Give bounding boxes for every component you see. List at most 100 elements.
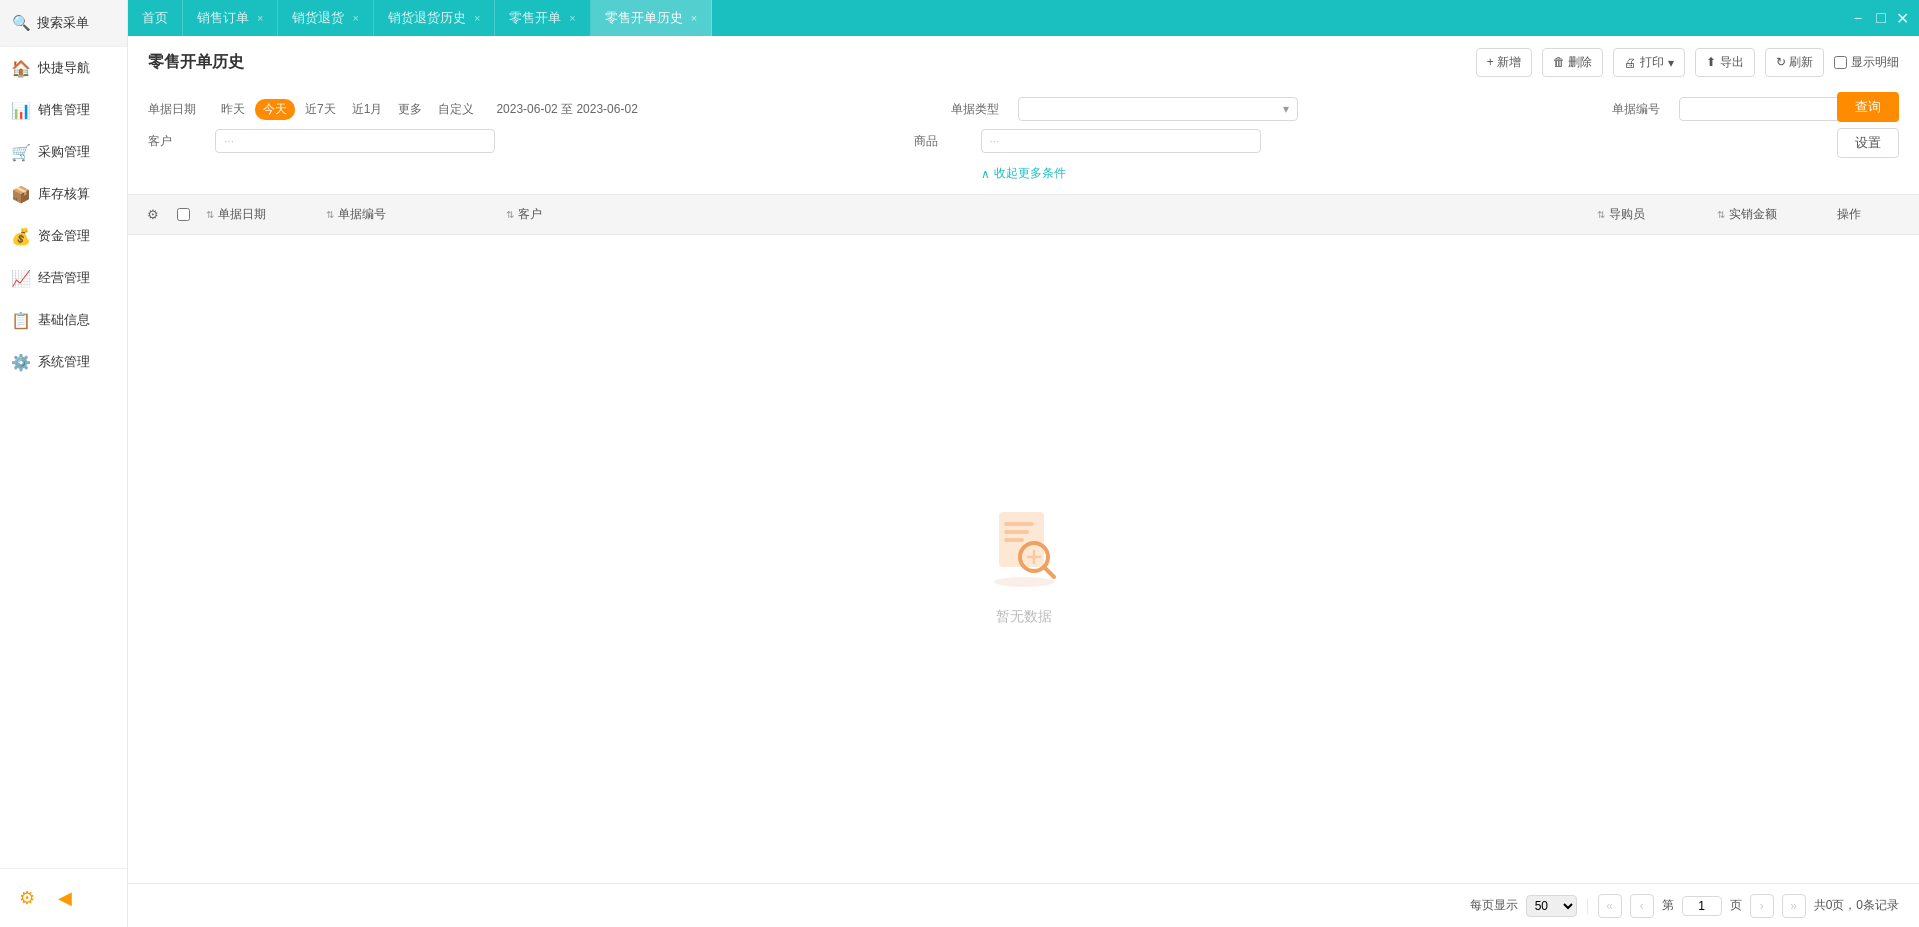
tab-retail-open-history-close[interactable]: × — [691, 12, 697, 24]
tab-retail-open-label: 零售开单 — [509, 9, 561, 27]
collapse-icon: ◀ — [58, 887, 72, 909]
table-settings-button[interactable]: ⚙ — [138, 200, 168, 230]
sys-icon: ⚙️ — [12, 353, 30, 371]
goods-filter-select[interactable]: ··· — [981, 129, 1261, 153]
next-page-button[interactable]: › — [1750, 894, 1774, 918]
col-action-label: 操作 — [1837, 206, 1861, 223]
filter-settings-button[interactable]: 设置 — [1837, 128, 1899, 158]
tab-bar-right: － □ ✕ — [1850, 8, 1919, 29]
tab-sales-order-label: 销售订单 — [197, 9, 249, 27]
add-button[interactable]: + 新增 — [1476, 48, 1532, 77]
collapse-sidebar-button[interactable]: ◀ — [50, 883, 80, 913]
pagination-summary: 共0页，0条记录 — [1814, 897, 1899, 914]
window-close-button[interactable]: ✕ — [1896, 9, 1909, 28]
per-page-label: 每页显示 — [1470, 897, 1518, 914]
col-amount-label: 实销金额 — [1729, 206, 1777, 223]
sidebar-item-operation[interactable]: 📈 经营管理 — [0, 257, 127, 299]
tab-sales-order-close[interactable]: × — [257, 12, 263, 24]
filter-row-2: 客户 ··· 商品 ··· — [148, 129, 1899, 153]
tab-retail-open-close[interactable]: × — [569, 12, 575, 24]
sidebar-item-sys-mgmt[interactable]: ⚙️ 系统管理 — [0, 341, 127, 383]
sidebar-item-label: 销售管理 — [38, 101, 90, 119]
sort-icon: ⇅ — [1597, 209, 1605, 220]
col-customer[interactable]: ⇅ 客户 — [498, 206, 1589, 223]
col-customer-label: 客户 — [518, 206, 542, 223]
customer-filter-select[interactable]: ··· — [215, 129, 495, 153]
query-button[interactable]: 查询 — [1837, 92, 1899, 122]
select-all-input[interactable] — [177, 208, 190, 221]
col-date[interactable]: ⇅ 单据日期 — [198, 206, 318, 223]
type-filter-select[interactable]: ▾ — [1018, 97, 1298, 121]
tab-retail-open-history[interactable]: 零售开单历史 × — [591, 0, 712, 36]
tab-sales-return-history[interactable]: 销货退货历史 × — [374, 0, 495, 36]
date-filter-label: 单据日期 — [148, 101, 203, 118]
page-label-post: 页 — [1730, 897, 1742, 914]
delete-button[interactable]: 🗑 删除 — [1542, 48, 1603, 77]
table-container: ⚙ ⇅ 单据日期 ⇅ 单据编号 ⇅ 客户 ⇅ 导购员 — [128, 195, 1919, 927]
window-maximize-button[interactable]: □ — [1876, 9, 1886, 27]
svg-rect-2 — [1004, 522, 1034, 526]
sales-icon: 📊 — [12, 101, 30, 119]
sidebar: 🔍 搜索采单 🏠 快捷导航 📊 销售管理 🛒 采购管理 📦 库存核算 💰 资金管… — [0, 0, 128, 927]
sidebar-item-quick-nav[interactable]: 🏠 快捷导航 — [0, 47, 127, 89]
tab-home-label: 首页 — [142, 9, 168, 27]
date-custom-button[interactable]: 自定义 — [432, 99, 480, 120]
sort-icon: ⇅ — [206, 209, 214, 220]
show-detail-checkbox-label[interactable]: 显示明细 — [1834, 54, 1899, 71]
empty-state: 暂无数据 — [128, 235, 1919, 883]
export-button[interactable]: ⬆ 导出 — [1695, 48, 1754, 77]
page-number-input[interactable] — [1682, 896, 1722, 916]
col-guide[interactable]: ⇅ 导购员 — [1589, 206, 1709, 223]
col-no[interactable]: ⇅ 单据编号 — [318, 206, 498, 223]
settings-footer-button[interactable]: ⚙ — [12, 883, 42, 913]
col-amount[interactable]: ⇅ 实销金额 — [1709, 206, 1829, 223]
finance-icon: 💰 — [12, 227, 30, 245]
sort-icon: ⇅ — [326, 209, 334, 220]
date-7days-button[interactable]: 近7天 — [299, 99, 342, 120]
collapse-label: 收起更多条件 — [994, 165, 1066, 182]
sidebar-item-sales-mgmt[interactable]: 📊 销售管理 — [0, 89, 127, 131]
sidebar-item-basic-info[interactable]: 📋 基础信息 — [0, 299, 127, 341]
toolbar: + 新增 🗑 删除 🖨 打印 ▾ ⬆ 导出 ↻ 刷新 显示明细 — [1476, 48, 1899, 77]
tab-sales-return-close[interactable]: × — [352, 12, 358, 24]
date-yesterday-button[interactable]: 昨天 — [215, 99, 251, 120]
window-minimize-button[interactable]: － — [1850, 8, 1866, 29]
tab-sales-return-history-close[interactable]: × — [474, 12, 480, 24]
sort-icon: ⇅ — [506, 209, 514, 220]
tab-sales-return-history-label: 销货退货历史 — [388, 9, 466, 27]
sidebar-item-finance[interactable]: 💰 资金管理 — [0, 215, 127, 257]
print-button[interactable]: 🖨 打印 ▾ — [1613, 48, 1685, 77]
tab-sales-return-label: 销货退货 — [292, 9, 344, 27]
tab-sales-order[interactable]: 销售订单 × — [183, 0, 278, 36]
no-filter-label: 单据编号 — [1612, 101, 1667, 118]
date-more-button[interactable]: 更多 — [392, 99, 428, 120]
last-page-button[interactable]: » — [1782, 894, 1806, 918]
sidebar-item-inventory[interactable]: 📦 库存核算 — [0, 173, 127, 215]
type-select-chevron-down-icon: ▾ — [1283, 102, 1289, 116]
goods-dots: ··· — [990, 134, 1000, 148]
svg-line-6 — [1044, 567, 1054, 577]
show-detail-checkbox[interactable] — [1834, 56, 1847, 69]
collapse-filter-button[interactable]: ∧ 收起更多条件 — [148, 161, 1899, 186]
date-today-button[interactable]: 今天 — [255, 99, 295, 120]
home-icon: 🏠 — [12, 59, 30, 77]
table-select-all-checkbox[interactable] — [168, 208, 198, 221]
content-area: 零售开单历史 + 新增 🗑 删除 🖨 打印 ▾ ⬆ 导出 ↻ 刷新 显示明细 — [128, 36, 1919, 927]
refresh-button[interactable]: ↻ 刷新 — [1765, 48, 1824, 77]
sidebar-search[interactable]: 🔍 搜索采单 — [0, 0, 127, 47]
tab-bar: 首页 销售订单 × 销货退货 × 销货退货历史 × 零售开单 × 零售开单历史 … — [128, 0, 1919, 36]
per-page-select[interactable]: 50 10 20 100 — [1526, 895, 1577, 917]
sidebar-item-label: 经营管理 — [38, 269, 90, 287]
first-page-button[interactable]: « — [1598, 894, 1622, 918]
goods-filter-label: 商品 — [914, 133, 969, 150]
tab-home[interactable]: 首页 — [128, 0, 183, 36]
filter-area: 单据日期 昨天 今天 近7天 近1月 更多 自定义 2023-06-02 至 2… — [148, 87, 1899, 194]
date-1month-button[interactable]: 近1月 — [346, 99, 389, 120]
svg-point-0 — [994, 577, 1054, 587]
sidebar-item-purchase-mgmt[interactable]: 🛒 采购管理 — [0, 131, 127, 173]
tab-sales-return[interactable]: 销货退货 × — [278, 0, 373, 36]
prev-page-button[interactable]: ‹ — [1630, 894, 1654, 918]
date-filter-buttons: 昨天 今天 近7天 近1月 更多 自定义 — [215, 99, 480, 120]
purchase-icon: 🛒 — [12, 143, 30, 161]
tab-retail-open[interactable]: 零售开单 × — [495, 0, 590, 36]
